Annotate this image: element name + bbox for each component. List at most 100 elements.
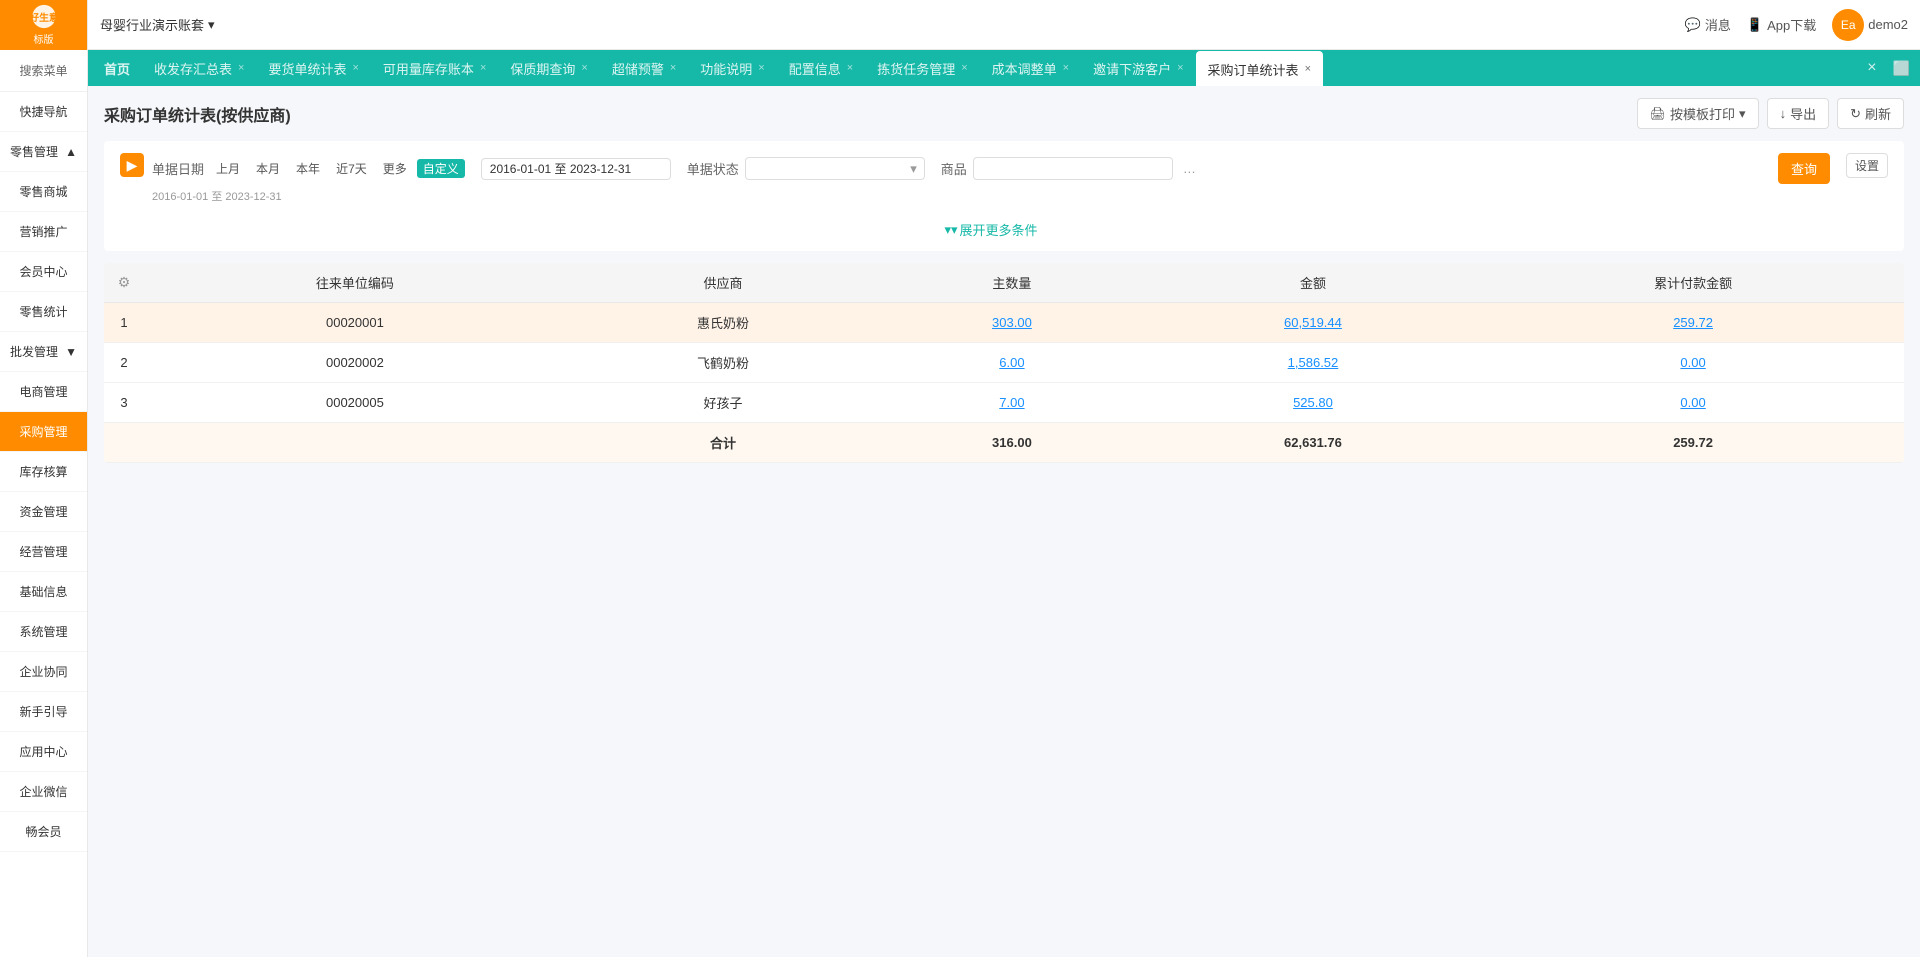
filter-more-options-icon[interactable]: …	[1179, 161, 1200, 176]
tab-overstock-warning-close[interactable]: ×	[670, 62, 676, 74]
shortcut-more[interactable]: 更多	[377, 158, 413, 179]
tab-cost-adjust-close[interactable]: ×	[1063, 62, 1069, 74]
sidebar-item-inventory[interactable]: 库存核算	[0, 452, 87, 492]
tab-pick-task[interactable]: 拣货任务管理 ×	[865, 50, 979, 86]
row-1-paid-link[interactable]: 259.72	[1673, 315, 1713, 330]
row-3-amount-link[interactable]: 525.80	[1293, 395, 1333, 410]
tab-overstock-warning[interactable]: 超储预警 ×	[600, 50, 688, 86]
row-3-qty-link[interactable]: 7.00	[999, 395, 1024, 410]
tab-bar: 首页 收发存汇总表 × 要货单统计表 × 可用量库存账本 × 保质期查询 × 超…	[88, 50, 1920, 86]
tab-order-summary-close[interactable]: ×	[352, 62, 358, 74]
print-button[interactable]: 🖨 按模板打印 ▾	[1637, 98, 1759, 129]
row-1-qty-link[interactable]: 303.00	[992, 315, 1032, 330]
sidebar-item-finance-label: 资金管理	[19, 503, 67, 520]
refresh-button[interactable]: ↻ 刷新	[1837, 98, 1904, 129]
sidebar-item-vip[interactable]: 畅会员	[0, 812, 87, 852]
sidebar-item-app-center[interactable]: 应用中心	[0, 732, 87, 772]
tab-available-inventory-label: 可用量库存账本	[383, 59, 474, 78]
sidebar-item-ecommerce[interactable]: 电商管理	[0, 372, 87, 412]
footer-qty: 316.00	[880, 423, 1144, 463]
tab-purchase-summary[interactable]: 采购订单统计表 ×	[1196, 51, 1323, 86]
shortcut-last-month[interactable]: 上月	[210, 158, 246, 179]
sidebar-item-retail-store[interactable]: 零售商城	[0, 172, 87, 212]
row-2-amount-link[interactable]: 1,586.52	[1288, 355, 1339, 370]
sidebar-item-quick-nav[interactable]: 快捷导航	[0, 92, 87, 132]
tab-invite-downstream[interactable]: 邀请下游客户 ×	[1081, 50, 1195, 86]
sidebar-item-enterprise-wechat[interactable]: 企业微信	[0, 772, 87, 812]
filter-expand-button[interactable]: ▶	[120, 153, 144, 177]
sidebar-item-marketing[interactable]: 营销推广	[0, 212, 87, 252]
row-2-qty-link[interactable]: 6.00	[999, 355, 1024, 370]
sidebar-item-operations[interactable]: 经营管理	[0, 532, 87, 572]
tab-bar-actions: × ⬜	[1861, 57, 1916, 79]
tab-expiry-query-close[interactable]: ×	[581, 62, 587, 74]
app-download-button[interactable]: 📱 App下载	[1747, 15, 1816, 34]
sidebar-item-wholesale[interactable]: 批发管理 ▼	[0, 332, 87, 372]
message-icon: 💬	[1685, 17, 1701, 33]
content-area: 采购订单统计表(按供应商) 🖨 按模板打印 ▾ ↓ 导出 ↻ 刷新	[88, 86, 1920, 957]
shortcut-this-month[interactable]: 本月	[250, 158, 286, 179]
tab-receive-summary[interactable]: 收发存汇总表 ×	[142, 50, 256, 86]
sidebar-item-finance[interactable]: 资金管理	[0, 492, 87, 532]
tab-cost-adjust-label: 成本调整单	[992, 59, 1057, 78]
row-3-paid-link[interactable]: 0.00	[1680, 395, 1705, 410]
filter-date-range-input[interactable]	[481, 158, 671, 180]
tab-function-desc[interactable]: 功能说明 ×	[688, 50, 776, 86]
user-profile[interactable]: Ea demo2	[1832, 9, 1908, 41]
filter-date-item: 单据日期 上月 本月 本年 近7天 更多 自定义	[152, 158, 465, 179]
tab-expiry-query[interactable]: 保质期查询 ×	[498, 50, 599, 86]
filter-status-select[interactable]	[745, 157, 925, 180]
tab-function-desc-close[interactable]: ×	[758, 62, 764, 74]
search-menu-label[interactable]: 搜索菜单	[6, 58, 81, 83]
row-3-paid: 0.00	[1482, 383, 1904, 423]
sidebar-item-purchase[interactable]: 采购管理	[0, 412, 87, 452]
table-header-code: 往来单位编码	[144, 263, 566, 303]
tab-config-info-close[interactable]: ×	[847, 62, 853, 74]
table-header-amount: 金额	[1144, 263, 1482, 303]
filter-goods-input[interactable]	[973, 157, 1173, 180]
sidebar-item-new-guide-label: 新手引导	[19, 703, 67, 720]
export-button[interactable]: ↓ 导出	[1767, 98, 1830, 129]
row-2-paid-link[interactable]: 0.00	[1680, 355, 1705, 370]
top-bar-left: 母婴行业演示账套 ▾	[100, 15, 215, 34]
query-button[interactable]: 查询	[1778, 153, 1830, 184]
tab-available-inventory-close[interactable]: ×	[480, 62, 486, 74]
shortcut-custom[interactable]: 自定义	[417, 159, 465, 178]
sidebar-item-member-label: 会员中心	[19, 263, 67, 280]
tab-cost-adjust[interactable]: 成本调整单 ×	[980, 50, 1081, 86]
row-1-qty: 303.00	[880, 303, 1144, 343]
column-settings-icon[interactable]: ⚙	[118, 274, 131, 290]
sidebar-item-retail-mgmt[interactable]: 零售管理 ▲	[0, 132, 87, 172]
shortcut-7days[interactable]: 近7天	[330, 158, 373, 179]
tab-available-inventory[interactable]: 可用量库存账本 ×	[371, 50, 498, 86]
workspace-selector[interactable]: 母婴行业演示账套 ▾	[100, 15, 215, 34]
tab-invite-downstream-close[interactable]: ×	[1177, 62, 1183, 74]
sidebar-item-retail-stats[interactable]: 零售统计	[0, 292, 87, 332]
tab-home[interactable]: 首页	[92, 50, 142, 86]
sidebar-item-basic-info[interactable]: 基础信息	[0, 572, 87, 612]
expand-filters-button[interactable]: ▾▾ 展开更多条件	[944, 220, 1037, 239]
tab-order-summary[interactable]: 要货单统计表 ×	[256, 50, 370, 86]
tab-receive-summary-close[interactable]: ×	[238, 62, 244, 74]
table-header-row: ⚙ 往来单位编码 供应商 主数量 金额 累计付款金额	[104, 263, 1904, 303]
sidebar-item-system[interactable]: 系统管理	[0, 612, 87, 652]
message-button[interactable]: 💬 消息	[1685, 15, 1731, 34]
row-1-amount-link[interactable]: 60,519.44	[1284, 315, 1342, 330]
window-maximize-button[interactable]: ⬜	[1887, 58, 1916, 79]
row-1-code: 00020001	[144, 303, 566, 343]
tab-purchase-summary-close[interactable]: ×	[1305, 63, 1311, 75]
sidebar-item-vip-label: 畅会员	[25, 823, 61, 840]
tab-config-info[interactable]: 配置信息 ×	[777, 50, 865, 86]
row-3-qty: 7.00	[880, 383, 1144, 423]
sidebar-item-member[interactable]: 会员中心	[0, 252, 87, 292]
tab-pick-task-close[interactable]: ×	[961, 62, 967, 74]
settings-button[interactable]: 设置	[1846, 153, 1888, 178]
workspace-name: 母婴行业演示账套	[100, 15, 204, 34]
table-header-qty: 主数量	[880, 263, 1144, 303]
window-close-button[interactable]: ×	[1861, 57, 1882, 79]
sidebar-item-enterprise[interactable]: 企业协同	[0, 652, 87, 692]
sidebar-item-retail-stats-label: 零售统计	[19, 303, 67, 320]
sidebar-item-new-guide[interactable]: 新手引导	[0, 692, 87, 732]
logo: 好生意 标版	[0, 0, 87, 50]
shortcut-this-year[interactable]: 本年	[290, 158, 326, 179]
